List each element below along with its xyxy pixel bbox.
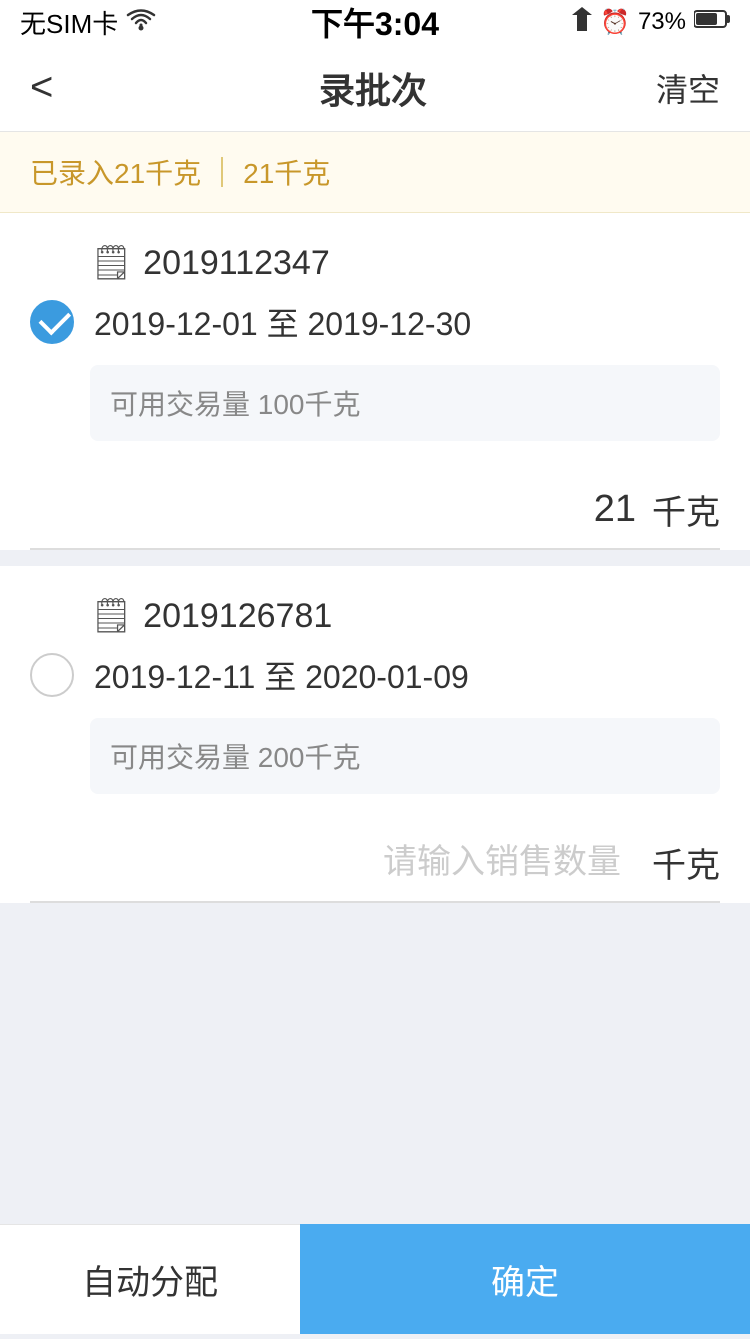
quantity-row-1: 21 千克 xyxy=(0,465,750,534)
batch-date-1: 2019-12-01 至 2019-12-30 xyxy=(94,299,471,345)
batch-date-row-2: 2019-12-11 至 2020-01-09 xyxy=(30,652,720,698)
batch-card-1: 🗒 2019112347 2019-12-01 至 2019-12-30 可用交… xyxy=(0,213,750,550)
confirm-button[interactable]: 确定 xyxy=(300,1224,750,1334)
info-divider xyxy=(221,157,223,187)
batch-id-row-1: 🗒 2019112347 xyxy=(90,243,720,283)
input-row-2: 千克 xyxy=(0,818,750,887)
status-left: 无SIM卡 xyxy=(20,4,156,41)
clear-button[interactable]: 清空 xyxy=(656,65,720,111)
quantity-value-1: 21 xyxy=(594,488,636,531)
batch-doc-icon-2: 🗒 xyxy=(90,596,133,636)
available-text-2: 可用交易量 200千克 xyxy=(110,742,361,773)
status-time: 下午3:04 xyxy=(311,0,439,45)
batch-card-2: 🗒 2019126781 2019-12-11 至 2020-01-09 可用交… xyxy=(0,566,750,903)
wifi-icon xyxy=(126,7,156,38)
page-title: 录批次 xyxy=(319,62,427,114)
batch-date-row-1: 2019-12-01 至 2019-12-30 xyxy=(30,299,720,345)
recorded-label: 已录入21千克 xyxy=(30,152,201,192)
location-icon xyxy=(572,7,592,38)
batch-id-row-2: 🗒 2019126781 xyxy=(90,596,720,636)
carrier-text: 无SIM卡 xyxy=(20,4,118,41)
batch-item-2: 🗒 2019126781 2019-12-11 至 2020-01-09 可用交… xyxy=(0,566,750,794)
qty-input-2[interactable] xyxy=(30,843,636,882)
batch-doc-icon-1: 🗒 xyxy=(90,243,133,283)
available-text-1: 可用交易量 100千克 xyxy=(110,389,361,420)
batch-radio-2[interactable] xyxy=(30,653,74,697)
available-box-1: 可用交易量 100千克 xyxy=(90,365,720,441)
section-separator-2 xyxy=(0,903,750,919)
info-amount: 21千克 xyxy=(243,152,330,192)
status-right: ⏰ 73% xyxy=(572,7,730,38)
status-bar: 无SIM卡 下午3:04 ⏰ 73% xyxy=(0,0,750,44)
batch-id-1: 2019112347 xyxy=(143,244,330,283)
batch-radio-1[interactable] xyxy=(30,300,74,344)
battery-text: 73% xyxy=(638,8,686,36)
bottom-bar: 自动分配 确定 xyxy=(0,1224,750,1334)
quantity-unit-1: 千克 xyxy=(652,485,720,534)
auto-distribute-button[interactable]: 自动分配 xyxy=(0,1224,300,1334)
batch-item-1: 🗒 2019112347 2019-12-01 至 2019-12-30 可用交… xyxy=(0,213,750,441)
info-banner: 已录入21千克 21千克 xyxy=(0,132,750,213)
battery-icon xyxy=(694,8,730,36)
alarm-icon: ⏰ xyxy=(600,8,630,37)
section-separator-1 xyxy=(0,550,750,566)
available-box-2: 可用交易量 200千克 xyxy=(90,718,720,794)
batch-id-2: 2019126781 xyxy=(143,597,332,636)
nav-bar: < 录批次 清空 xyxy=(0,44,750,132)
batch-date-2: 2019-12-11 至 2020-01-09 xyxy=(94,652,469,698)
back-button[interactable]: < xyxy=(30,65,90,110)
input-unit-2: 千克 xyxy=(652,838,720,887)
